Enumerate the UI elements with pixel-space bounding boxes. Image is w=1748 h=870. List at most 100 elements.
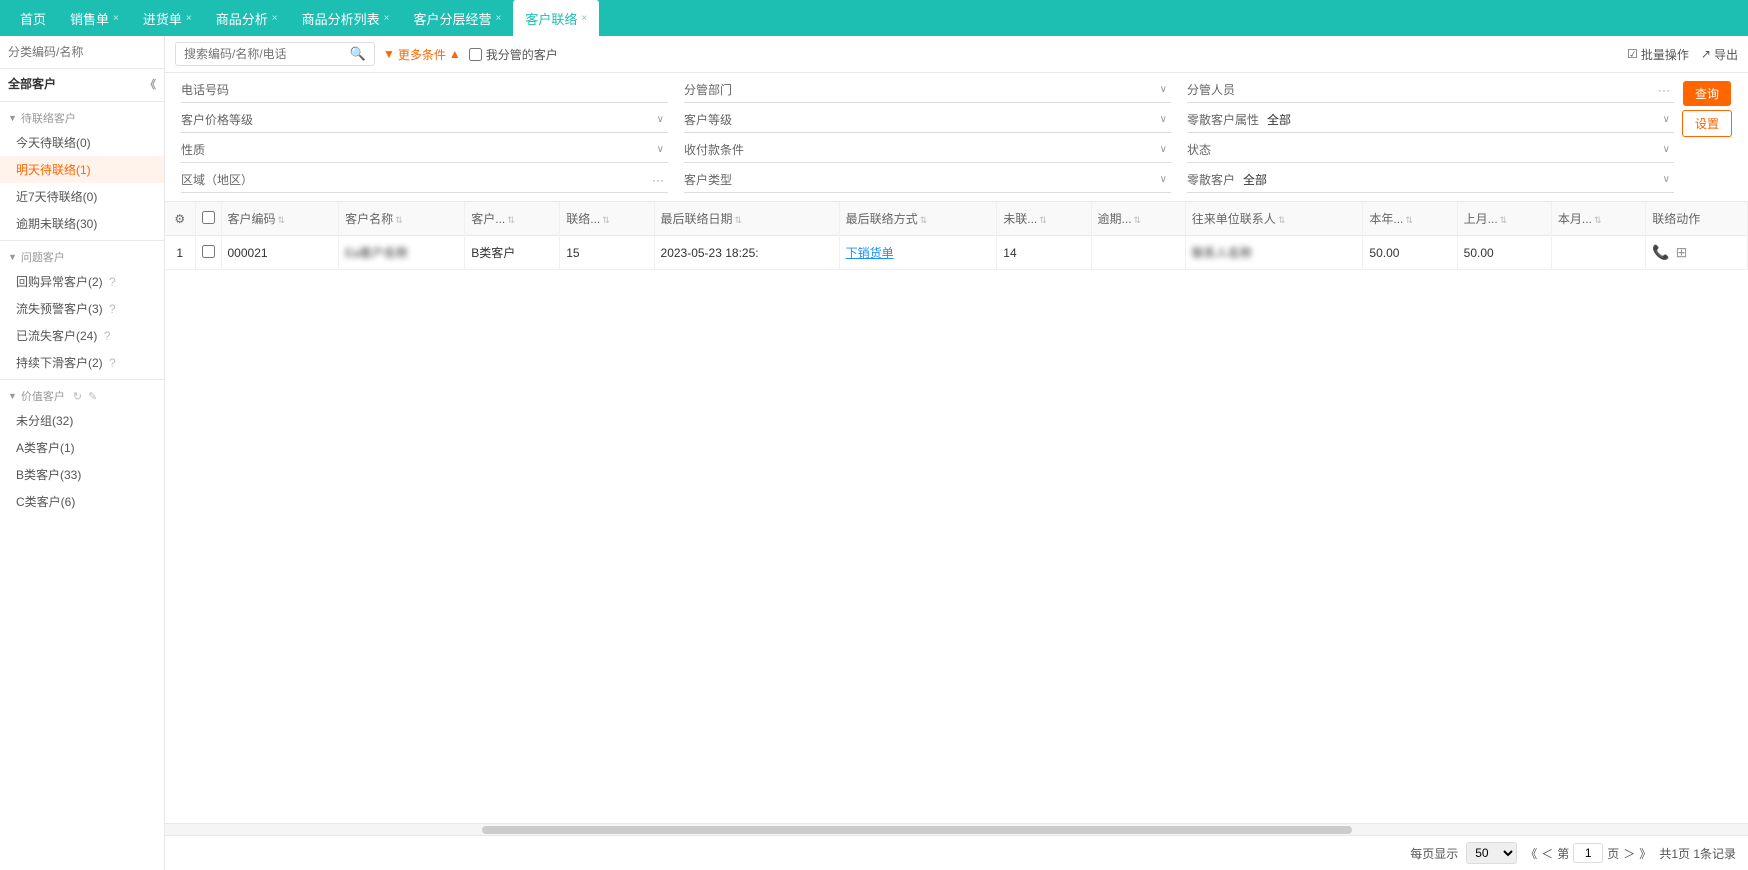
- filter-panel: 电话号码 分管部门 ∨ 分管人员 ···: [165, 73, 1748, 202]
- total-records-label: 共1页 1条记录: [1659, 845, 1736, 862]
- chevron-down-icon: ∨: [1160, 144, 1167, 155]
- page-size-select[interactable]: 50 100 200: [1466, 842, 1517, 864]
- close-icon[interactable]: ×: [384, 13, 390, 24]
- chevron-down-icon: ∨: [1663, 174, 1670, 185]
- last-page-button[interactable]: 》: [1639, 845, 1651, 862]
- filter-customer-level: 客户等级 ∨: [684, 111, 1171, 133]
- next-page-button[interactable]: ＞: [1623, 845, 1635, 862]
- my-customer-checkbox[interactable]: [469, 48, 482, 61]
- nav-customer-tier[interactable]: 客户分层经营 ×: [401, 0, 513, 36]
- batch-operation-button[interactable]: ☑ 批量操作: [1627, 46, 1689, 63]
- grid-icon[interactable]: ⊞: [1676, 244, 1688, 261]
- export-button[interactable]: ↗ 导出: [1701, 46, 1738, 63]
- sidebar: 🔍 全部客户 《 ▼ 待联络客户 今天待联络(0) 明天待联络(1) 近7天待联…: [0, 36, 165, 870]
- all-customers-label: 全部客户: [8, 75, 56, 92]
- refresh-icon[interactable]: ↻: [73, 390, 82, 403]
- filter-region: 区域（地区） ···: [181, 171, 668, 193]
- help-icon[interactable]: ?: [104, 329, 111, 343]
- top-nav: 首页 销售单 × 进货单 × 商品分析 × 商品分析列表 × 客户分层经营 × …: [0, 0, 1748, 36]
- gear-icon[interactable]: ⚙: [174, 212, 185, 226]
- sidebar-item-7days[interactable]: 近7天待联络(0): [0, 183, 164, 210]
- sidebar-item-today[interactable]: 今天待联络(0): [0, 129, 164, 156]
- td-customer-name: Ea客户名称: [339, 236, 465, 270]
- set-button[interactable]: 设置: [1682, 110, 1732, 137]
- th-this-month: 本月...⇅: [1551, 202, 1645, 236]
- td-last-contact-date: 2023-05-23 18:25:: [654, 236, 839, 270]
- sidebar-item-class-c[interactable]: C类客户(6): [0, 488, 164, 515]
- filter-nature: 性质 ∨: [181, 141, 668, 163]
- main-layout: 🔍 全部客户 《 ▼ 待联络客户 今天待联络(0) 明天待联络(1) 近7天待联…: [0, 36, 1748, 870]
- th-customer-name: 客户名称⇅: [339, 202, 465, 236]
- td-num: 1: [165, 236, 195, 270]
- td-uncontacted: 14: [997, 236, 1091, 270]
- row-checkbox[interactable]: [202, 245, 215, 258]
- close-icon[interactable]: ×: [272, 13, 278, 24]
- nav-home[interactable]: 首页: [8, 0, 58, 36]
- td-checkbox: [195, 236, 221, 270]
- chevron-down-icon: ∨: [657, 144, 664, 155]
- problem-customer-group: ▼ 问题客户: [0, 244, 164, 268]
- search-icon[interactable]: 🔍: [350, 46, 366, 62]
- nav-product-analysis-list[interactable]: 商品分析列表 ×: [290, 0, 402, 36]
- page-label: 第: [1557, 845, 1569, 862]
- chevron-down-icon: ∨: [657, 114, 664, 125]
- sidebar-item-ungrouped[interactable]: 未分组(32): [0, 407, 164, 434]
- sidebar-item-tomorrow[interactable]: 明天待联络(1): [0, 156, 164, 183]
- th-settings: ⚙: [165, 202, 195, 236]
- page-number-input[interactable]: [1573, 843, 1603, 863]
- phone-icon[interactable]: 📞: [1652, 244, 1669, 261]
- chevron-down-icon: ∨: [1663, 114, 1670, 125]
- sort-icon: ⇅: [278, 215, 286, 225]
- query-button[interactable]: 查询: [1683, 81, 1731, 106]
- search-input[interactable]: [184, 47, 350, 61]
- sidebar-item-churn-warning[interactable]: 流失预警客户(3) ?: [0, 295, 164, 322]
- divider: [0, 240, 164, 241]
- more-filter-button[interactable]: ▼ 更多条件 ▲: [383, 46, 461, 63]
- sidebar-item-repurchase-abnormal[interactable]: 回购异常客户(2) ?: [0, 268, 164, 295]
- more-icon: ···: [1658, 83, 1670, 97]
- sort-icon: ⇅: [920, 215, 928, 225]
- toolbar: 🔍 ▼ 更多条件 ▲ 我分管的客户 ☑ 批量操作 ↗ 导出: [165, 36, 1748, 73]
- edit-icon[interactable]: ✎: [88, 390, 97, 403]
- sidebar-search-input[interactable]: [8, 45, 163, 59]
- close-icon[interactable]: ×: [113, 13, 119, 24]
- td-last-month-amount: 50.00: [1457, 236, 1551, 270]
- th-customer-code: 客户编码⇅: [221, 202, 339, 236]
- scrollbar-thumb[interactable]: [482, 826, 1353, 834]
- prev-page-button[interactable]: ＜: [1541, 845, 1553, 862]
- sidebar-item-class-b[interactable]: B类客户(33): [0, 461, 164, 488]
- sidebar-item-churned[interactable]: 已流失客户(24) ?: [0, 322, 164, 349]
- chevron-down-icon: ∨: [1663, 144, 1670, 155]
- filter-actions: 查询 设置: [1682, 81, 1732, 193]
- filter-retail-attr: 零散客户属性 全部 ∨: [1187, 111, 1674, 133]
- td-contacts: 联系人名称: [1185, 236, 1363, 270]
- nav-purchase[interactable]: 进货单 ×: [131, 0, 204, 36]
- customer-name-value: Ea客户名称: [345, 246, 408, 260]
- export-icon: ↗: [1701, 47, 1711, 61]
- contact-method-link[interactable]: 下销货单: [846, 246, 894, 260]
- sidebar-item-overdue[interactable]: 逾期未联络(30): [0, 210, 164, 237]
- all-customers-header[interactable]: 全部客户 《: [0, 69, 164, 98]
- sort-icon: ⇅: [1594, 215, 1602, 225]
- filter-phone: 电话号码: [181, 81, 668, 103]
- help-icon[interactable]: ?: [109, 356, 116, 370]
- close-icon[interactable]: ×: [495, 13, 501, 24]
- help-icon[interactable]: ?: [109, 275, 116, 289]
- sidebar-item-declining[interactable]: 持续下滑客户(2) ?: [0, 349, 164, 376]
- horizontal-scrollbar[interactable]: [165, 823, 1748, 835]
- first-page-button[interactable]: 《: [1525, 845, 1537, 862]
- filter-row-3: 性质 ∨ 收付款条件 ∨ 状态 ∨: [181, 141, 1674, 163]
- value-customer-group: ▼ 价值客户 ↻ ✎: [0, 383, 164, 407]
- nav-sales[interactable]: 销售单 ×: [58, 0, 131, 36]
- close-icon[interactable]: ×: [186, 13, 192, 24]
- nav-product-analysis[interactable]: 商品分析 ×: [204, 0, 290, 36]
- nav-customer-contact[interactable]: 客户联络 ×: [513, 0, 599, 36]
- help-icon[interactable]: ?: [109, 302, 116, 316]
- filter-row-1: 电话号码 分管部门 ∨ 分管人员 ···: [181, 81, 1674, 103]
- close-icon[interactable]: ×: [581, 13, 587, 24]
- td-last-contact-method: 下销货单: [839, 236, 997, 270]
- my-customer-checkbox-area: 我分管的客户: [469, 46, 558, 63]
- select-all-checkbox[interactable]: [202, 211, 215, 224]
- contact-name-value: 联系人名称: [1192, 246, 1252, 260]
- sidebar-item-class-a[interactable]: A类客户(1): [0, 434, 164, 461]
